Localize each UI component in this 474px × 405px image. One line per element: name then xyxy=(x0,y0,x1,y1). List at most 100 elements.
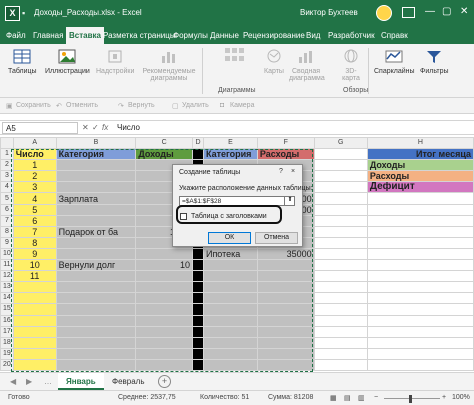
cell[interactable] xyxy=(202,281,258,294)
tab-formulas[interactable]: Формулы xyxy=(173,31,208,40)
cell[interactable] xyxy=(55,314,137,327)
cell-header-category[interactable]: Категория xyxy=(55,148,137,161)
cell[interactable] xyxy=(256,303,315,316)
confirm-entry-icon[interactable]: ✓ xyxy=(92,123,99,132)
cell[interactable] xyxy=(313,225,368,238)
collapse-range-icon[interactable]: ⬆ xyxy=(284,196,295,206)
avatar[interactable] xyxy=(376,5,392,21)
save-icon[interactable]: ▣ xyxy=(6,102,13,110)
summary-expenses[interactable]: Расходы xyxy=(366,170,474,183)
close-icon[interactable]: × xyxy=(291,168,295,175)
cell[interactable] xyxy=(256,314,315,327)
headers-checkbox[interactable] xyxy=(180,213,187,220)
row-header[interactable]: 15 xyxy=(0,303,14,316)
column-header[interactable]: A xyxy=(12,137,57,150)
cell[interactable] xyxy=(192,148,204,161)
ok-button[interactable]: ОК xyxy=(208,232,251,244)
row-header[interactable]: 18 xyxy=(0,336,14,349)
cell[interactable] xyxy=(313,159,368,172)
summary-income[interactable]: Доходы xyxy=(366,159,474,172)
row-header[interactable]: 3 xyxy=(0,170,14,183)
cell-header-category[interactable]: Категория xyxy=(202,148,258,161)
summary-title[interactable]: Итог месяца xyxy=(366,148,474,161)
range-input[interactable]: =$A$1:$F$28 xyxy=(179,196,295,206)
zoom-slider-thumb[interactable] xyxy=(409,395,412,403)
cell[interactable]: Вернули долг xyxy=(55,259,137,272)
cell[interactable] xyxy=(366,214,474,227)
minimize-icon[interactable]: — xyxy=(425,6,435,17)
cell[interactable] xyxy=(12,303,57,316)
cell[interactable] xyxy=(55,347,137,360)
row-header[interactable]: 11 xyxy=(0,259,14,272)
cell[interactable]: 3 xyxy=(12,181,57,194)
cell[interactable] xyxy=(256,336,315,349)
cell[interactable] xyxy=(135,303,193,316)
chart-types-gallery[interactable] xyxy=(206,46,262,66)
cell[interactable] xyxy=(313,181,368,194)
cell[interactable] xyxy=(135,358,193,371)
autosave-icon[interactable]: ▪ xyxy=(22,8,25,18)
column-header[interactable]: D xyxy=(192,137,204,150)
cell[interactable] xyxy=(192,336,204,349)
cell[interactable] xyxy=(256,292,315,305)
cell[interactable]: Зарплата xyxy=(55,192,137,205)
cell[interactable] xyxy=(192,247,204,261)
cell[interactable] xyxy=(55,214,137,227)
cell[interactable] xyxy=(313,214,368,227)
cell[interactable] xyxy=(12,347,57,360)
save-button[interactable]: Сохранить xyxy=(16,102,51,109)
cell[interactable] xyxy=(55,203,137,216)
undo-icon[interactable]: ↶ xyxy=(56,102,62,110)
cell[interactable] xyxy=(135,292,193,305)
cell[interactable] xyxy=(366,225,474,238)
cancel-entry-icon[interactable]: ✕ xyxy=(82,123,89,132)
cell-header-number[interactable]: Число xyxy=(12,148,57,161)
row-header[interactable]: 12 xyxy=(0,270,14,283)
row-header[interactable]: 13 xyxy=(0,281,14,294)
cell[interactable] xyxy=(55,303,137,316)
cell[interactable] xyxy=(202,325,258,338)
zoom-out-icon[interactable]: − xyxy=(374,394,378,401)
column-header[interactable]: B xyxy=(55,137,137,150)
cell[interactable]: 10 xyxy=(12,259,57,272)
cell[interactable] xyxy=(12,292,57,305)
cell[interactable]: 1 xyxy=(12,159,57,172)
cell[interactable] xyxy=(256,259,315,272)
tab-home[interactable]: Главная xyxy=(33,31,63,40)
addins-button[interactable]: Надстройки xyxy=(96,48,134,75)
camera-icon[interactable]: ◘ xyxy=(220,102,224,109)
maximize-icon[interactable]: ▢ xyxy=(442,6,451,17)
cell[interactable] xyxy=(55,170,137,183)
summary-deficit[interactable]: Дефицит xyxy=(366,181,474,194)
cell[interactable] xyxy=(202,314,258,327)
cell[interactable] xyxy=(366,192,474,205)
headers-checkbox-row[interactable]: Таблица с заголовками xyxy=(179,211,275,223)
tables-button[interactable]: Таблицы xyxy=(8,48,37,75)
cell-header-income[interactable]: Доходы xyxy=(135,148,193,161)
name-box[interactable]: A5 xyxy=(2,122,78,134)
cell[interactable] xyxy=(366,336,474,349)
cell[interactable] xyxy=(55,281,137,294)
cell[interactable] xyxy=(366,358,474,371)
cell[interactable] xyxy=(202,292,258,305)
redo-button[interactable]: Вернуть xyxy=(128,102,155,109)
row-header[interactable]: 17 xyxy=(0,325,14,338)
cell[interactable] xyxy=(256,347,315,360)
undo-button[interactable]: Отменить xyxy=(66,102,98,109)
normal-view-icon[interactable]: ▦ xyxy=(330,394,337,402)
row-header[interactable]: 6 xyxy=(0,203,14,216)
cell[interactable] xyxy=(202,347,258,360)
camera-button[interactable]: Камера xyxy=(230,102,254,109)
cell-header-expenses[interactable]: Расходы xyxy=(256,148,315,161)
cell[interactable] xyxy=(192,314,204,327)
cell[interactable]: 35000 xyxy=(256,247,315,261)
filters-button[interactable]: Фильтры xyxy=(420,48,449,75)
cell[interactable] xyxy=(313,358,368,371)
cell[interactable] xyxy=(313,347,368,360)
cell[interactable] xyxy=(313,259,368,272)
cell[interactable] xyxy=(55,270,137,283)
maps-button[interactable]: Карты xyxy=(264,48,284,75)
cell[interactable]: 10 xyxy=(135,259,193,272)
cell[interactable] xyxy=(313,203,368,216)
cell[interactable] xyxy=(256,325,315,338)
